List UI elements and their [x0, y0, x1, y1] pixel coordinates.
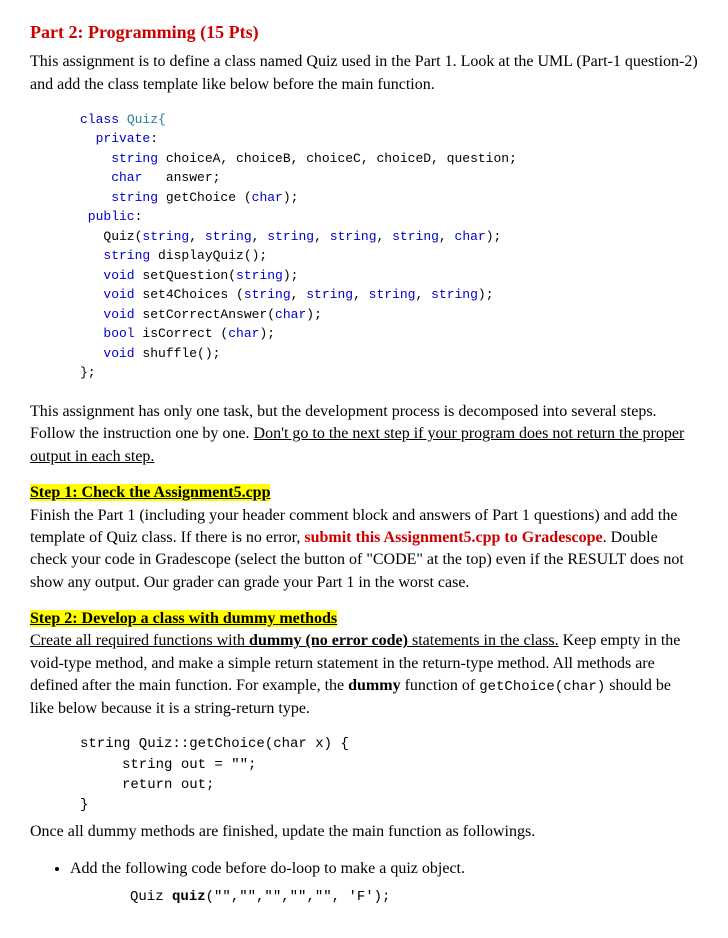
quiz-object-code: Quiz quiz("","","","","", 'F'); [130, 888, 698, 908]
keyword-bool: bool [80, 326, 135, 341]
keyword-string: string [80, 248, 150, 263]
step2-underline: Create all required functions with dummy… [30, 632, 559, 649]
method-setcorrectanswer: setCorrectAnswer( [135, 307, 275, 322]
class-template-code: class Quiz{ private: string choiceA, cho… [80, 110, 698, 383]
keyword-class: class [80, 112, 119, 127]
member-answer: answer; [142, 170, 220, 185]
step1-section: Step 1: Check the Assignment5.cpp Finish… [30, 482, 698, 594]
keyword-void: void [80, 307, 135, 322]
class-name: Quiz{ [119, 112, 166, 127]
method-getchoice: getChoice ( [158, 190, 252, 205]
step2-heading: Step 2: Develop a class with dummy metho… [30, 610, 337, 627]
method-setquestion: setQuestion( [135, 268, 236, 283]
dummy-word: dummy [348, 677, 400, 694]
keyword-string: string [80, 151, 158, 166]
keyword-void: void [80, 268, 135, 283]
keyword-char: char [252, 190, 283, 205]
method-iscorrect: isCorrect ( [135, 326, 229, 341]
step1-heading: Step 1: Check the Assignment5.cpp [30, 484, 270, 501]
getchoice-inline: getChoice(char) [479, 679, 605, 695]
keyword-private: private [80, 131, 150, 146]
method-displayquiz: displayQuiz(); [150, 248, 267, 263]
dummy-bold: dummy (no error code) [249, 632, 408, 649]
keyword-string: string [80, 190, 158, 205]
constructor: Quiz( [80, 229, 142, 244]
keyword-void: void [80, 287, 135, 302]
class-close: }; [80, 365, 96, 380]
step1-submit-text: submit this Assignment5.cpp to Gradescop… [304, 529, 602, 546]
member-vars: choiceA, choiceB, choiceC, choiceD, ques… [158, 151, 517, 166]
bullet-1: Add the following code before do-loop to… [70, 858, 698, 908]
intro-paragraph: This assignment is to define a class nam… [30, 51, 698, 96]
method-shuffle: shuffle(); [135, 346, 221, 361]
update-main-paragraph: Once all dummy methods are finished, upd… [30, 821, 698, 843]
keyword-char: char [80, 170, 142, 185]
method-set4choices: set4Choices ( [135, 287, 244, 302]
bullet-list: Add the following code before do-loop to… [70, 858, 698, 908]
part-title: Part 2: Programming (15 Pts) [30, 20, 698, 45]
keyword-public: public [80, 209, 135, 224]
dummy-function-code: string Quiz::getChoice(char x) { string … [80, 734, 698, 815]
step2-section: Step 2: Develop a class with dummy metho… [30, 608, 698, 720]
keyword-void: void [80, 346, 135, 361]
decomposition-paragraph: This assignment has only one task, but t… [30, 401, 698, 468]
